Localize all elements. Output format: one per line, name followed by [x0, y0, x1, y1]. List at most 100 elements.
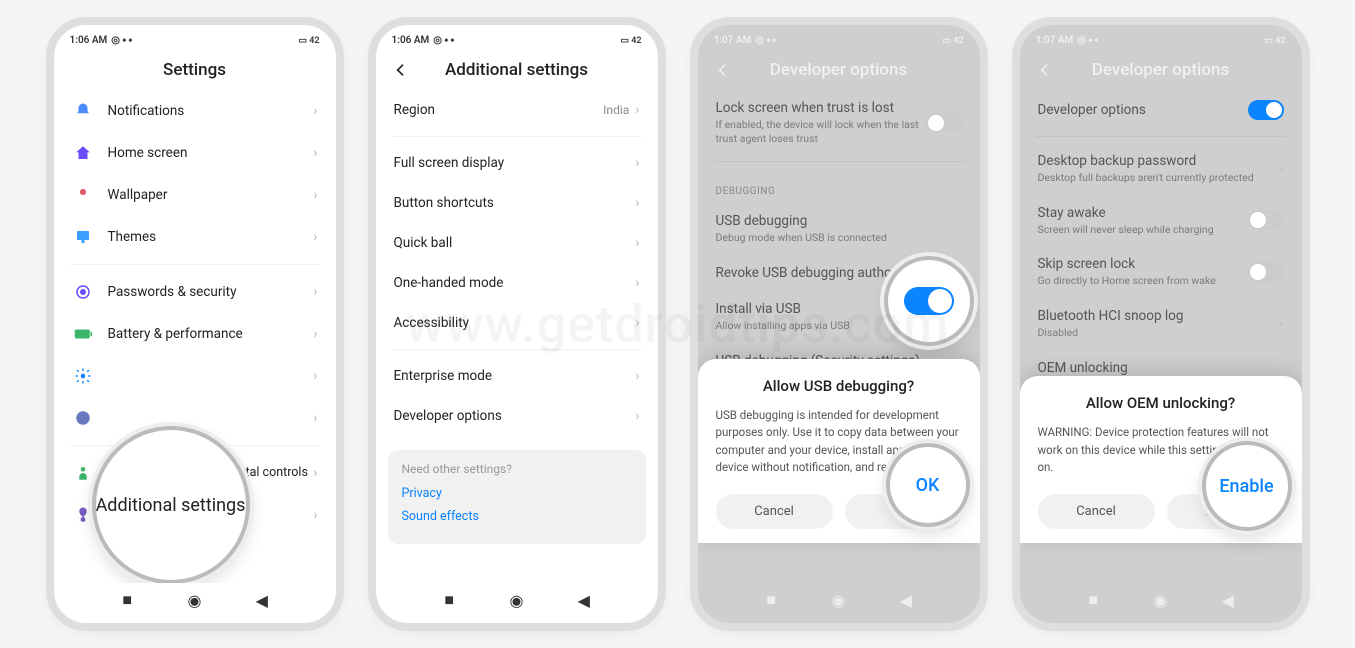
- page-title: Settings: [70, 60, 320, 80]
- chevron-right-icon: ›: [313, 187, 317, 203]
- additional-icon: [72, 407, 94, 429]
- divider: [714, 161, 964, 162]
- header: Settings: [54, 50, 336, 90]
- statusbar: 1:07 AM ◎ ⬩ ⬩ ▭ 42: [698, 25, 980, 50]
- nav-back-icon[interactable]: ◀: [1220, 592, 1236, 608]
- setting-desktop-backup-password[interactable]: Desktop backup passwordDesktop full back…: [1028, 143, 1294, 195]
- chevron-right-icon: ›: [635, 195, 639, 211]
- nav-recent-icon[interactable]: ■: [1085, 592, 1101, 608]
- chevron-right-icon: ›: [313, 410, 317, 426]
- shield-icon: [72, 281, 94, 303]
- sidebar-item-themes[interactable]: Themes ›: [62, 216, 328, 258]
- statusbar: 1:07 AM ◎ ⬩ ⬩ ▭ 42: [1020, 25, 1302, 50]
- dialog-title: Allow OEM unlocking?: [1038, 394, 1284, 412]
- nav-home-icon[interactable]: ◉: [830, 592, 846, 608]
- chevron-right-icon: ›: [635, 408, 639, 424]
- setting-accessibility[interactable]: Accessibility›: [384, 303, 650, 343]
- link-privacy[interactable]: Privacy: [402, 486, 632, 501]
- nav-recent-icon[interactable]: ■: [119, 592, 135, 608]
- setting-developer-options[interactable]: Developer options›: [384, 396, 650, 436]
- sidebar-item-battery[interactable]: Battery & performance ›: [62, 313, 328, 355]
- setting-button-shortcuts[interactable]: Button shortcuts›: [384, 183, 650, 223]
- magnifier-additional-settings: Additional settings: [96, 430, 246, 580]
- back-button[interactable]: [392, 61, 410, 79]
- nav-recent-icon[interactable]: ■: [441, 592, 457, 608]
- statusbar: 1:06 AM ◎ ⬩ ⬩ ▭ 42: [376, 25, 658, 50]
- battery-icon: [72, 323, 94, 345]
- cancel-button[interactable]: Cancel: [1038, 494, 1155, 529]
- page-title: Developer options: [744, 60, 934, 80]
- gear-icon: [72, 365, 94, 387]
- home-icon: [72, 142, 94, 164]
- setting-full-screen-display[interactable]: Full screen display›: [384, 143, 650, 183]
- chevron-right-icon: ›: [313, 103, 317, 119]
- sidebar-item-home-screen[interactable]: Home screen ›: [62, 132, 328, 174]
- statusbar: 1:06 AM ◎ ⬩ ⬩ ▭ 42: [54, 25, 336, 50]
- setting-bluetooth-hci-snoop[interactable]: Bluetooth HCI snoop logDisabled ›: [1028, 298, 1294, 350]
- setting-quick-ball[interactable]: Quick ball›: [384, 223, 650, 263]
- nav-recent-icon[interactable]: ■: [763, 592, 779, 608]
- sidebar-item-additional-settings[interactable]: ›: [62, 397, 328, 439]
- bell-icon: [72, 100, 94, 122]
- setting-usb-debugging[interactable]: USB debuggingDebug mode when USB is conn…: [706, 203, 972, 255]
- setting-enterprise-mode[interactable]: Enterprise mode›: [384, 356, 650, 396]
- setting-lock-screen-trust[interactable]: Lock screen when trust is lostIf enabled…: [706, 90, 972, 155]
- sidebar-item-wallpaper[interactable]: Wallpaper ›: [62, 174, 328, 216]
- chevron-right-icon: ›: [313, 465, 317, 481]
- nav-home-icon[interactable]: ◉: [186, 592, 202, 608]
- nav-home-icon[interactable]: ◉: [508, 592, 524, 608]
- magnifier-usb-toggle: [888, 260, 970, 342]
- wallpaper-icon: [72, 184, 94, 206]
- nav-back-icon[interactable]: ◀: [898, 592, 914, 608]
- setting-skip-screen-lock[interactable]: Skip screen lockGo directly to Home scre…: [1028, 246, 1294, 298]
- toggle[interactable]: [1248, 210, 1284, 230]
- navbar: ■ ◉ ◀: [1020, 583, 1302, 623]
- divider: [392, 349, 642, 350]
- sidebar-item-passwords-security[interactable]: Passwords & security ›: [62, 271, 328, 313]
- status-time: 1:06 AM: [70, 35, 108, 46]
- special-icon: [72, 504, 94, 526]
- themes-icon: [72, 226, 94, 248]
- setting-developer-options-toggle[interactable]: Developer options: [1028, 90, 1294, 130]
- phone-developer-options-usb: 1:07 AM ◎ ⬩ ⬩ ▭ 42 Developer options Loc…: [698, 25, 980, 623]
- toggle-on-icon: [904, 287, 954, 315]
- need-other-settings: Need other settings? Privacy Sound effec…: [388, 450, 646, 544]
- navbar: ■ ◉ ◀: [698, 583, 980, 623]
- chevron-right-icon: ›: [1279, 316, 1283, 332]
- toggle[interactable]: [926, 113, 962, 133]
- chevron-right-icon: ›: [313, 145, 317, 161]
- page-title: Developer options: [1066, 60, 1256, 80]
- chevron-right-icon: ›: [635, 102, 639, 118]
- region-value: India: [603, 103, 629, 117]
- nav-back-icon[interactable]: ◀: [254, 592, 270, 608]
- nav-home-icon[interactable]: ◉: [1152, 592, 1168, 608]
- setting-one-handed-mode[interactable]: One-handed mode›: [384, 263, 650, 303]
- back-button[interactable]: [714, 61, 732, 79]
- chevron-right-icon: ›: [313, 326, 317, 342]
- header: Additional settings: [376, 50, 658, 90]
- cancel-button[interactable]: Cancel: [716, 494, 833, 529]
- chevron-right-icon: ›: [635, 155, 639, 171]
- setting-stay-awake[interactable]: Stay awakeScreen will never sleep while …: [1028, 195, 1294, 247]
- back-button[interactable]: [1036, 61, 1054, 79]
- chevron-right-icon: ›: [313, 507, 317, 523]
- phone-additional-settings: 1:06 AM ◎ ⬩ ⬩ ▭ 42 Additional settings R…: [376, 25, 658, 623]
- chevron-right-icon: ›: [635, 275, 639, 291]
- sidebar-item-notifications[interactable]: Notifications ›: [62, 90, 328, 132]
- chevron-right-icon: ›: [313, 284, 317, 300]
- toggle[interactable]: [1248, 262, 1284, 282]
- divider: [392, 136, 642, 137]
- navbar: ■ ◉ ◀: [54, 583, 336, 623]
- wellbeing-icon: [72, 462, 94, 484]
- navbar: ■ ◉ ◀: [376, 583, 658, 623]
- divider: [1036, 136, 1286, 137]
- header: Developer options: [698, 50, 980, 90]
- magnifier-enable-button: Enable: [1206, 445, 1288, 527]
- nav-back-icon[interactable]: ◀: [576, 592, 592, 608]
- dialog-title: Allow USB debugging?: [716, 377, 962, 395]
- setting-region[interactable]: Region India ›: [384, 90, 650, 130]
- chevron-right-icon: ›: [635, 368, 639, 384]
- link-sound-effects[interactable]: Sound effects: [402, 509, 632, 524]
- sidebar-item-apps[interactable]: ›: [62, 355, 328, 397]
- toggle[interactable]: [1248, 100, 1284, 120]
